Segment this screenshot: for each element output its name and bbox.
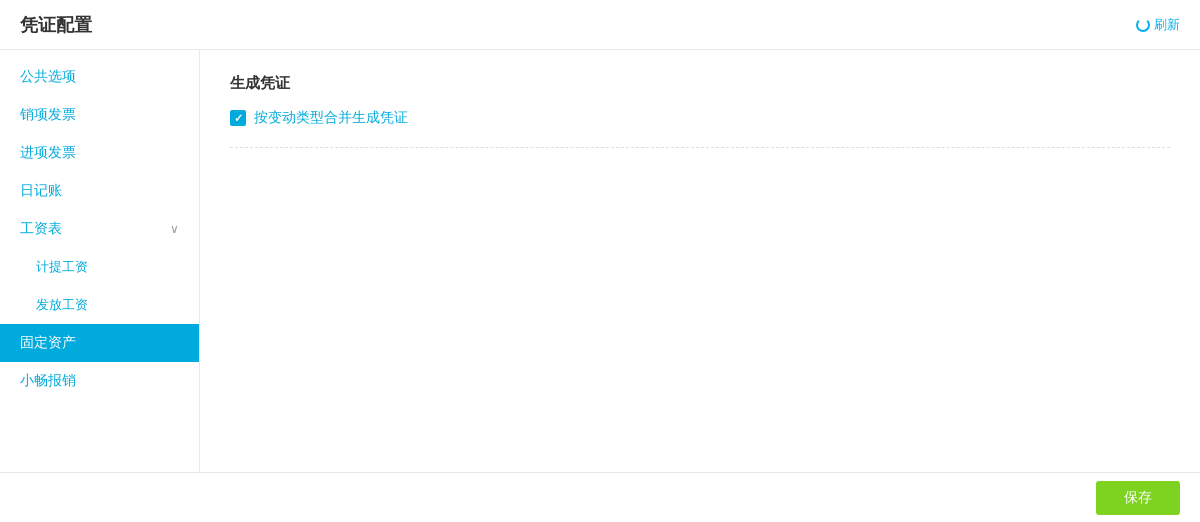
main-container: 公共选项 销项发票 进项发票 日记账 工资表 ∨ 计提工资 发放工资 固定资产 … [0, 50, 1200, 472]
sidebar-item-label: 小畅报销 [20, 372, 76, 390]
sidebar-item-pay-salary[interactable]: 发放工资 [0, 286, 199, 324]
sidebar-item-public[interactable]: 公共选项 [0, 58, 199, 96]
sidebar-item-label: 日记账 [20, 182, 62, 200]
sidebar-item-label: 进项发票 [20, 144, 76, 162]
sidebar-item-expense-report[interactable]: 小畅报销 [0, 362, 199, 400]
sidebar-item-calc-salary[interactable]: 计提工资 [0, 248, 199, 286]
save-button[interactable]: 保存 [1096, 481, 1180, 515]
page-footer: 保存 [0, 472, 1200, 522]
sidebar-item-label: 固定资产 [20, 334, 76, 352]
sidebar-item-label: 发放工资 [36, 296, 88, 314]
section-title: 生成凭证 [230, 74, 1170, 93]
sidebar-item-label: 公共选项 [20, 68, 76, 86]
content-area: 生成凭证 按变动类型合并生成凭证 [200, 50, 1200, 472]
sidebar-item-fixed-assets[interactable]: 固定资产 [0, 324, 199, 362]
sidebar-item-sales-invoice[interactable]: 销项发票 [0, 96, 199, 134]
section-divider [230, 147, 1170, 148]
sidebar-item-journal[interactable]: 日记账 [0, 172, 199, 210]
merge-by-type-checkbox[interactable] [230, 110, 246, 126]
sidebar-item-label: 工资表 [20, 220, 62, 238]
checkbox-label: 按变动类型合并生成凭证 [254, 109, 408, 127]
refresh-button[interactable]: 刷新 [1136, 16, 1180, 34]
sidebar: 公共选项 销项发票 进项发票 日记账 工资表 ∨ 计提工资 发放工资 固定资产 … [0, 50, 200, 472]
sidebar-item-purchase-invoice[interactable]: 进项发票 [0, 134, 199, 172]
sidebar-item-payroll-table[interactable]: 工资表 ∨ [0, 210, 199, 248]
page-header: 凭证配置 刷新 [0, 0, 1200, 50]
refresh-icon [1136, 18, 1150, 32]
checkbox-row: 按变动类型合并生成凭证 [230, 109, 1170, 127]
sidebar-item-label: 销项发票 [20, 106, 76, 124]
page-title: 凭证配置 [20, 13, 92, 37]
chevron-down-icon: ∨ [170, 222, 179, 236]
refresh-label: 刷新 [1154, 16, 1180, 34]
sidebar-item-label: 计提工资 [36, 258, 88, 276]
